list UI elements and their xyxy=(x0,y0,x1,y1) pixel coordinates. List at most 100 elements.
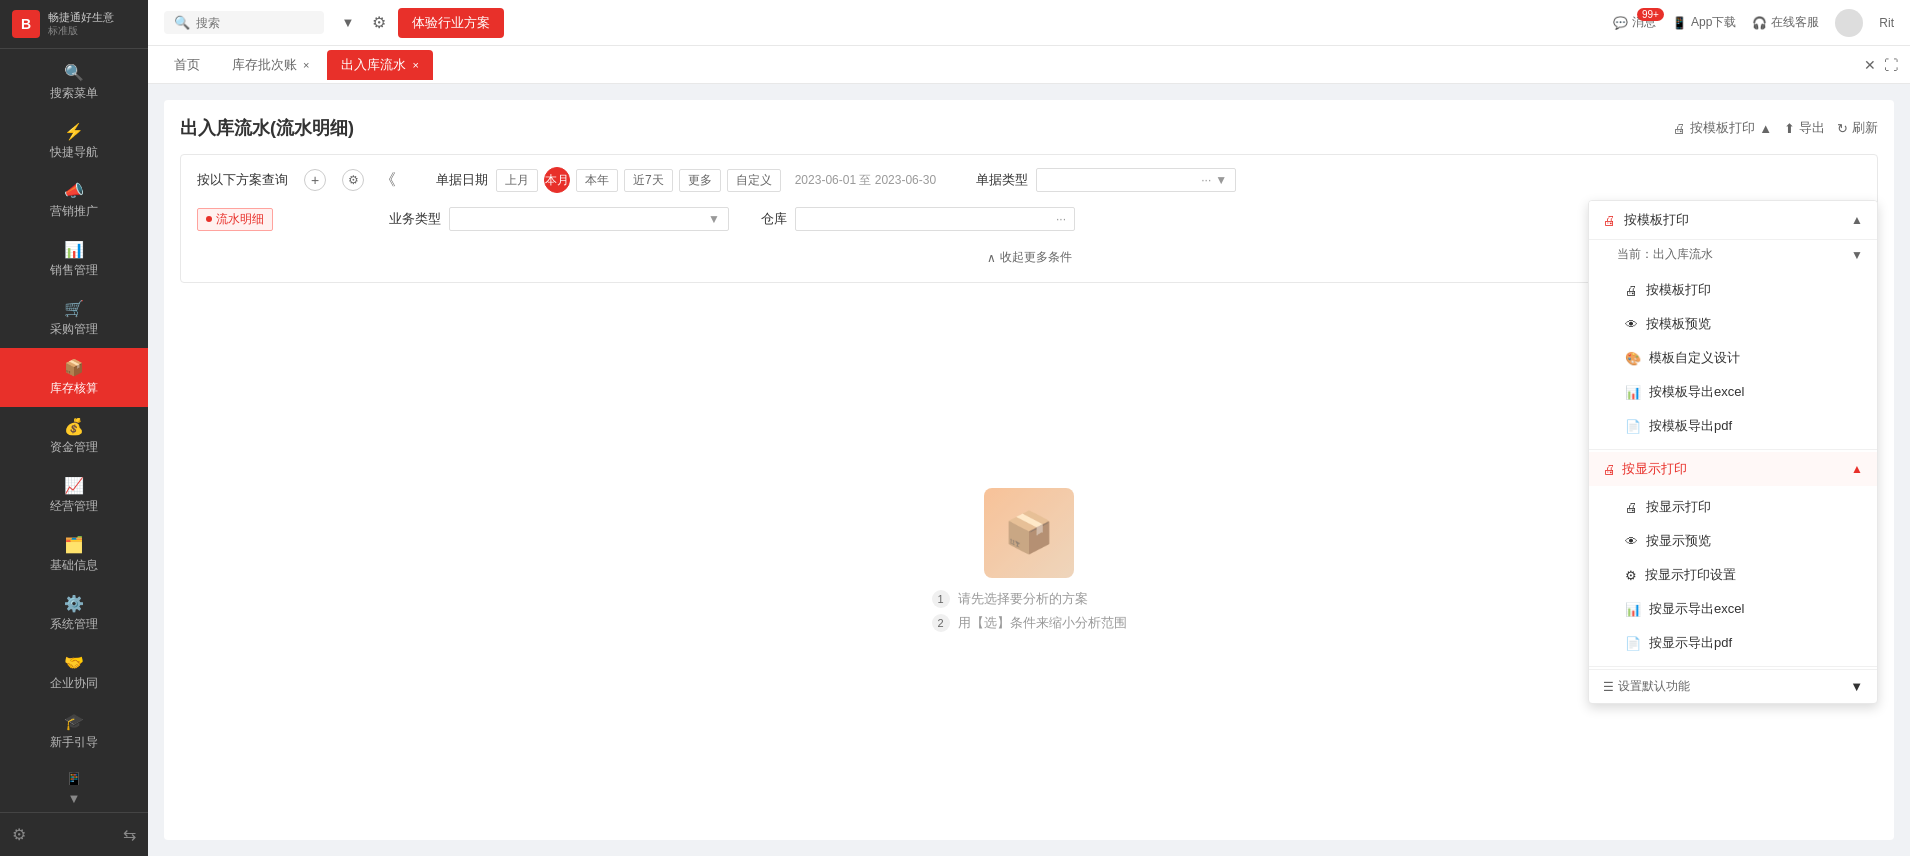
template-export-excel-icon: 📊 xyxy=(1625,385,1641,400)
sidebar-item-label: 搜索菜单 xyxy=(50,85,98,102)
sidebar-item-inventory[interactable]: 📦 库存核算 xyxy=(0,348,148,407)
date-btn-this-month[interactable]: 本月 xyxy=(544,167,570,193)
sidebar-item-label: 经营管理 xyxy=(50,498,98,515)
template-print-btn[interactable]: 🖨 按模板打印 ▲ xyxy=(1673,119,1772,137)
warehouse-more-icon: ··· xyxy=(1056,212,1066,226)
online-service-btn[interactable]: 🎧 在线客服 xyxy=(1752,14,1819,31)
sidebar-item-apps[interactable]: 📱 应用中心 xyxy=(0,761,148,785)
header-actions: 💬 消息 99+ 📱 App下载 🎧 在线客服 Rit xyxy=(1613,9,1894,37)
filter-tag[interactable]: 流水明细 xyxy=(197,208,273,231)
template-export-excel-item[interactable]: 📊 按模板导出excel xyxy=(1589,375,1877,409)
search-dropdown-btn[interactable]: ▼ xyxy=(336,11,360,35)
sidebar-item-purchase[interactable]: 🛒 采购管理 xyxy=(0,289,148,348)
tab-inout-flow[interactable]: 出入库流水 × xyxy=(327,50,432,80)
sidebar-item-system[interactable]: ⚙️ 系统管理 xyxy=(0,584,148,643)
display-export-pdf-item[interactable]: 📄 按显示导出pdf xyxy=(1589,626,1877,660)
display-print-item[interactable]: 🖨 按显示打印 xyxy=(1589,490,1877,524)
print-dropdown-arrow[interactable]: ▲ xyxy=(1759,121,1772,136)
search-icon: 🔍 xyxy=(174,15,190,30)
current-template-label: 当前：出入库流水 xyxy=(1617,246,1713,263)
template-print-item[interactable]: 🖨 按模板打印 xyxy=(1589,273,1877,307)
display-export-excel-item[interactable]: 📊 按显示导出excel xyxy=(1589,592,1877,626)
app-name: 畅捷通好生意 xyxy=(48,10,114,24)
collapse-sidebar-icon[interactable]: ⇆ xyxy=(123,825,136,844)
filter-collapse-btn[interactable]: 《 xyxy=(380,170,396,191)
tab-batch-account-close[interactable]: × xyxy=(303,59,309,71)
sidebar: B 畅捷通好生意 标准版 🔍 搜索菜单 ⚡ 快捷导航 📣 营销推广 📊 销 xyxy=(0,0,148,856)
export-btn-label: 导出 xyxy=(1799,119,1825,137)
warehouse-select[interactable]: ··· xyxy=(795,207,1075,231)
collapse-more-label: 收起更多条件 xyxy=(1000,249,1072,266)
date-btn-custom[interactable]: 自定义 xyxy=(727,169,781,192)
tab-batch-account[interactable]: 库存批次账 × xyxy=(218,50,323,80)
display-settings-item[interactable]: ⚙ 按显示打印设置 xyxy=(1589,558,1877,592)
expand-window-icon[interactable]: ⛶ xyxy=(1884,57,1898,73)
sidebar-scroll-down[interactable]: ▼ xyxy=(0,785,148,812)
search-input[interactable] xyxy=(196,16,296,30)
display-section-arrow[interactable]: ▲ xyxy=(1851,462,1863,476)
apps-icon: 📱 xyxy=(64,771,84,785)
tab-home[interactable]: 首页 xyxy=(160,50,214,80)
sidebar-item-finance[interactable]: 💰 资金管理 xyxy=(0,407,148,466)
sidebar-item-guide[interactable]: 🎓 新手引导 xyxy=(0,702,148,761)
sidebar-item-quick-nav[interactable]: ⚡ 快捷导航 xyxy=(0,112,148,171)
business-type-select[interactable]: ▼ xyxy=(449,207,729,231)
date-btn-this-year[interactable]: 本年 xyxy=(576,169,618,192)
date-btn-7days[interactable]: 近7天 xyxy=(624,169,673,192)
header-search-box[interactable]: 🔍 xyxy=(164,11,324,34)
empty-illustration: 📦 xyxy=(984,488,1074,578)
close-window-icon[interactable]: ✕ xyxy=(1864,57,1876,73)
settings-gear-icon[interactable]: ⚙ xyxy=(372,13,386,32)
dropdown-bottom-arrow[interactable]: ▼ xyxy=(1850,679,1863,694)
industry-btn[interactable]: 体验行业方案 xyxy=(398,8,504,38)
display-section: 🖨 按显示打印 👁 按显示预览 ⚙ 按显示打印设置 📊 xyxy=(1589,486,1877,664)
sidebar-item-sales[interactable]: 📊 销售管理 xyxy=(0,230,148,289)
display-print-label: 按显示打印 xyxy=(1646,498,1863,516)
empty-step-2: 2 用【选】条件来缩小分析范围 xyxy=(932,614,1127,632)
filter-add-btn[interactable]: + xyxy=(304,169,326,191)
sidebar-item-label: 营销推广 xyxy=(50,203,98,220)
dropdown-collapse-btn[interactable]: ▲ xyxy=(1851,213,1863,227)
display-print-icon: 🖨 xyxy=(1603,462,1616,477)
sidebar-item-marketing[interactable]: 📣 营销推广 xyxy=(0,171,148,230)
sidebar-item-basic[interactable]: 🗂️ 基础信息 xyxy=(0,525,148,584)
sidebar-item-label: 销售管理 xyxy=(50,262,98,279)
filter-settings-btn[interactable]: ⚙ xyxy=(342,169,364,191)
avatar[interactable] xyxy=(1835,9,1863,37)
template-export-excel-label: 按模板导出excel xyxy=(1649,383,1863,401)
business-select-arrow: ▼ xyxy=(708,212,720,226)
select-more-icon: ··· xyxy=(1201,173,1211,187)
bill-type-select[interactable]: ··· ▼ xyxy=(1036,168,1236,192)
sidebar-item-search[interactable]: 🔍 搜索菜单 xyxy=(0,53,148,112)
sidebar-item-operations[interactable]: 📈 经营管理 xyxy=(0,466,148,525)
template-preview-item[interactable]: 👁 按模板预览 xyxy=(1589,307,1877,341)
sidebar-item-label: 基础信息 xyxy=(50,557,98,574)
date-btn-last-month[interactable]: 上月 xyxy=(496,169,538,192)
current-dropdown-arrow[interactable]: ▼ xyxy=(1851,248,1863,262)
filter-row-1: 按以下方案查询 + ⚙ 《 单据日期 上月 本月 本年 近7天 更多 xyxy=(197,167,1861,193)
printer-icon: 🖨 xyxy=(1673,121,1686,136)
refresh-btn[interactable]: ↻ 刷新 xyxy=(1837,119,1878,137)
template-export-pdf-item[interactable]: 📄 按模板导出pdf xyxy=(1589,409,1877,443)
app-version: 标准版 xyxy=(48,24,114,38)
guide-icon: 🎓 xyxy=(64,712,84,731)
sidebar-bottom: ⚙ ⇆ xyxy=(0,812,148,856)
template-custom-item[interactable]: 🎨 模板自定义设计 xyxy=(1589,341,1877,375)
display-preview-item[interactable]: 👁 按显示预览 xyxy=(1589,524,1877,558)
sidebar-item-label: 库存核算 xyxy=(50,380,98,397)
chevron-down-icon: ▼ xyxy=(1215,173,1227,187)
tab-inout-flow-close[interactable]: × xyxy=(412,59,418,71)
settings-icon[interactable]: ⚙ xyxy=(12,825,26,844)
username[interactable]: Rit xyxy=(1879,16,1894,30)
display-section-header[interactable]: 🖨 按显示打印 ▲ xyxy=(1589,452,1877,486)
message-btn[interactable]: 💬 消息 99+ xyxy=(1613,14,1656,31)
export-btn[interactable]: ⬆ 导出 xyxy=(1784,119,1825,137)
app-download-btn[interactable]: 📱 App下载 xyxy=(1672,14,1736,31)
date-btn-more[interactable]: 更多 xyxy=(679,169,721,192)
tab-window-controls: ✕ ⛶ xyxy=(1864,57,1898,73)
display-section-label: 按显示打印 xyxy=(1622,460,1687,478)
business-type-label: 业务类型 xyxy=(389,210,441,228)
headset-icon: 🎧 xyxy=(1752,16,1767,30)
sidebar-item-collab[interactable]: 🤝 企业协同 xyxy=(0,643,148,702)
set-default-btn[interactable]: ☰ 设置默认功能 xyxy=(1603,678,1690,695)
